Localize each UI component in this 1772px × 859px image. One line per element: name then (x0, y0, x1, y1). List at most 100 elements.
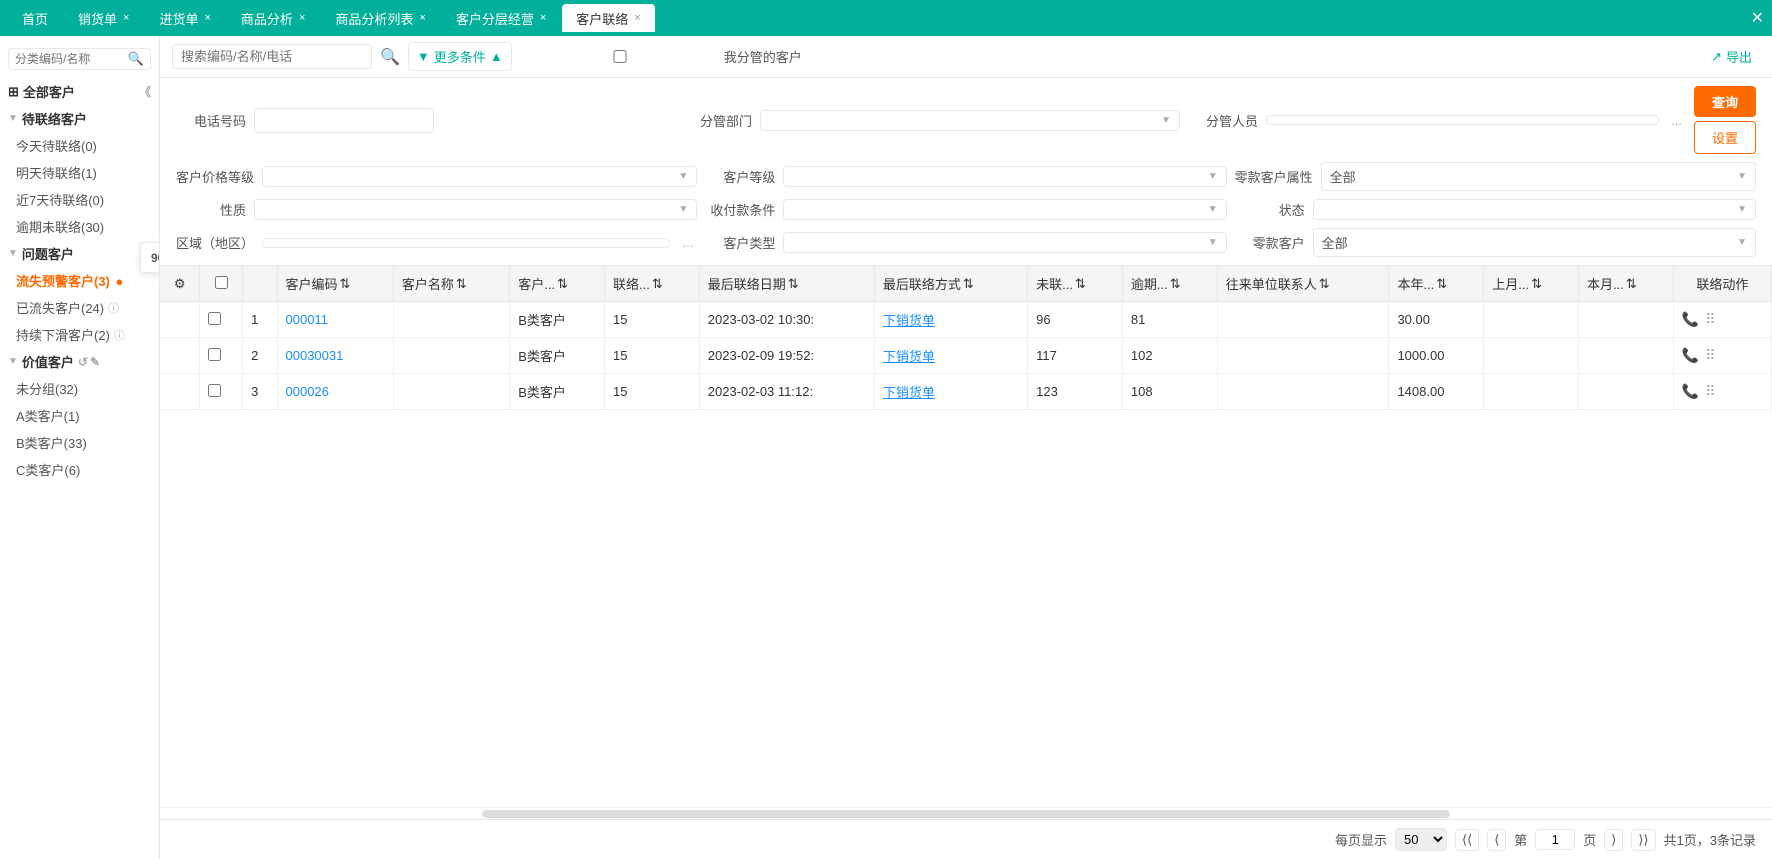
name-col-header[interactable]: 客户名称⇅ (393, 266, 509, 302)
sidebar-item-churn-warning[interactable]: 流失预警客户(3) ● (0, 267, 159, 294)
settings-col-header[interactable]: ⚙ (160, 266, 200, 302)
pending-contact-section[interactable]: ▼ 待联络客户 (0, 105, 159, 132)
contact-icon[interactable]: 📞 (1682, 311, 1699, 328)
close-tab-analysis[interactable]: × (299, 12, 305, 24)
contact-icon[interactable]: 📞 (1682, 383, 1699, 400)
table-row: 3 000026 B类客户 15 2023-02-03 11:12: 下销货单 … (160, 374, 1772, 410)
phone-input[interactable] (254, 108, 434, 133)
zero-attr-select[interactable]: 全部 ▼ (1321, 162, 1756, 191)
sidebar-item-a-class[interactable]: A类客户(1) (0, 402, 159, 429)
tab-sales[interactable]: 销货单 × (64, 4, 143, 32)
sidebar-item-overdue-contact[interactable]: 逾期未联络(30) (0, 213, 159, 240)
per-page-select[interactable]: 50 100 200 (1395, 828, 1447, 851)
close-tab-purchase[interactable]: × (204, 12, 210, 24)
row-checkbox[interactable] (200, 302, 243, 338)
sidebar-item-week-contact[interactable]: 近7天待联络(0) (0, 186, 159, 213)
zero-customer-select[interactable]: 全部 ▼ (1313, 228, 1756, 257)
chevron-down-icon8: ▼ (1208, 237, 1218, 248)
more-icon[interactable]: ⠿ (1705, 347, 1715, 364)
sidebar-item-churned[interactable]: 已流失客户(24) ⓘ (0, 294, 159, 321)
contact-col-header[interactable]: 联络...⇅ (604, 266, 699, 302)
status-select[interactable]: ▼ (1313, 199, 1756, 220)
close-tab-customer-contact[interactable]: × (634, 12, 640, 24)
check-col-header[interactable] (200, 266, 243, 302)
last-method-col-header[interactable]: 最后联络方式⇅ (874, 266, 1027, 302)
select-all-checkbox[interactable] (215, 276, 228, 289)
all-customers-header[interactable]: ⊞ 全部客户 《 (0, 78, 159, 105)
customer-level-select[interactable]: ▼ (783, 166, 1226, 187)
chevron-down-icon4: ▼ (1737, 171, 1747, 182)
sidebar-search-container[interactable]: 🔍 (8, 48, 151, 70)
table-row: 2 00030031 B类客户 15 2023-02-09 19:52: 下销货… (160, 338, 1772, 374)
row-checkbox[interactable] (200, 374, 243, 410)
last-page-button[interactable]: ⟩⟩ (1631, 829, 1655, 851)
tab-customer-contact[interactable]: 客户联络 × (562, 4, 654, 32)
sidebar-item-declining[interactable]: 持续下滑客户(2) ⓘ (0, 321, 159, 348)
dept-select[interactable]: ▼ (760, 110, 1180, 131)
search-input[interactable] (172, 44, 372, 69)
edit-icon[interactable]: ✎ (90, 355, 100, 369)
more-icon[interactable]: ⠿ (1705, 311, 1715, 328)
price-level-select[interactable]: ▼ (262, 166, 697, 187)
row-last-method[interactable]: 下销货单 (874, 302, 1027, 338)
next-page-button[interactable]: ⟩ (1604, 829, 1623, 851)
manager-dots[interactable]: ... (1667, 113, 1686, 128)
more-icon[interactable]: ⠿ (1705, 383, 1715, 400)
row-last-method[interactable]: 下销货单 (874, 374, 1027, 410)
tab-analysis[interactable]: 商品分析 × (227, 4, 319, 32)
close-tab-customer-tier[interactable]: × (540, 12, 546, 24)
sidebar-search-input[interactable] (15, 52, 128, 66)
query-button[interactable]: 查询 (1694, 86, 1756, 117)
this-year-col-header[interactable]: 本年...⇅ (1389, 266, 1484, 302)
code-col-header[interactable]: 客户编码⇅ (277, 266, 393, 302)
value-customers-section[interactable]: ▼ 价值客户 ↺ ✎ (0, 348, 159, 375)
row-code[interactable]: 000026 (277, 374, 393, 410)
prev-page-button[interactable]: ⟨ (1487, 829, 1506, 851)
this-month-col-header[interactable]: 本月...⇅ (1579, 266, 1674, 302)
sidebar-item-tomorrow-contact[interactable]: 明天待联络(1) (0, 159, 159, 186)
gender-select[interactable]: ▼ (254, 199, 697, 220)
more-conditions-button[interactable]: ▼ 更多条件 ▲ (408, 42, 512, 71)
contact-icon[interactable]: 📞 (1682, 347, 1699, 364)
setting-button[interactable]: 设置 (1694, 121, 1756, 154)
export-button[interactable]: ↗ 导出 (1703, 43, 1760, 70)
row-code[interactable]: 00030031 (277, 338, 393, 374)
row-this-month (1579, 374, 1674, 410)
liaison-col-header[interactable]: 往来单位联系人⇅ (1217, 266, 1389, 302)
payment-select[interactable]: ▼ (783, 199, 1226, 220)
tab-purchase[interactable]: 进货单 × (145, 4, 224, 32)
problem-customers-section[interactable]: ▼ 问题客户 90天未交易的客户，可能有流失风险。 (0, 240, 159, 267)
tab-analysis-list[interactable]: 商品分析列表 × (321, 4, 439, 32)
horizontal-scrollbar[interactable] (482, 810, 1449, 818)
my-customers-checkbox-label[interactable]: 我分管的客户 (520, 47, 802, 66)
level-col-header[interactable]: 客户...⇅ (510, 266, 605, 302)
overdue-col-header[interactable]: 逾期...⇅ (1122, 266, 1217, 302)
sidebar-item-ungrouped[interactable]: 未分组(32) (0, 375, 159, 402)
row-checkbox[interactable] (200, 338, 243, 374)
last-date-col-header[interactable]: 最后联络日期⇅ (699, 266, 874, 302)
last-month-col-header[interactable]: 上月...⇅ (1484, 266, 1579, 302)
first-page-button[interactable]: ⟨⟨ (1455, 829, 1479, 851)
region-select[interactable] (262, 238, 670, 248)
row-liaison (1217, 338, 1389, 374)
tab-customer-tier[interactable]: 客户分层经营 × (442, 4, 560, 32)
customer-type-select[interactable]: ▼ (783, 232, 1226, 253)
close-window-button[interactable]: ✕ (1751, 8, 1764, 28)
no-contact-col-header[interactable]: 未联...⇅ (1028, 266, 1123, 302)
page-number-input[interactable] (1535, 829, 1575, 850)
sidebar-item-today-contact[interactable]: 今天待联络(0) (0, 132, 159, 159)
close-tab-sales[interactable]: × (123, 12, 129, 24)
row-code[interactable]: 000011 (277, 302, 393, 338)
manager-select[interactable] (1266, 115, 1659, 125)
refresh-icon[interactable]: ↺ (78, 355, 88, 369)
row-this-year: 1408.00 (1389, 374, 1484, 410)
close-tab-analysis-list[interactable]: × (419, 12, 425, 24)
sidebar-item-c-class[interactable]: C类客户(6) (0, 456, 159, 483)
row-last-method[interactable]: 下销货单 (874, 338, 1027, 374)
tab-home[interactable]: 首页 (8, 4, 62, 32)
search-button[interactable]: 🔍 (380, 47, 400, 67)
my-customers-checkbox[interactable] (520, 50, 720, 63)
region-dots[interactable]: ... (678, 235, 697, 250)
collapse-icon[interactable]: 《 (139, 83, 151, 100)
sidebar-item-b-class[interactable]: B类客户(33) (0, 429, 159, 456)
